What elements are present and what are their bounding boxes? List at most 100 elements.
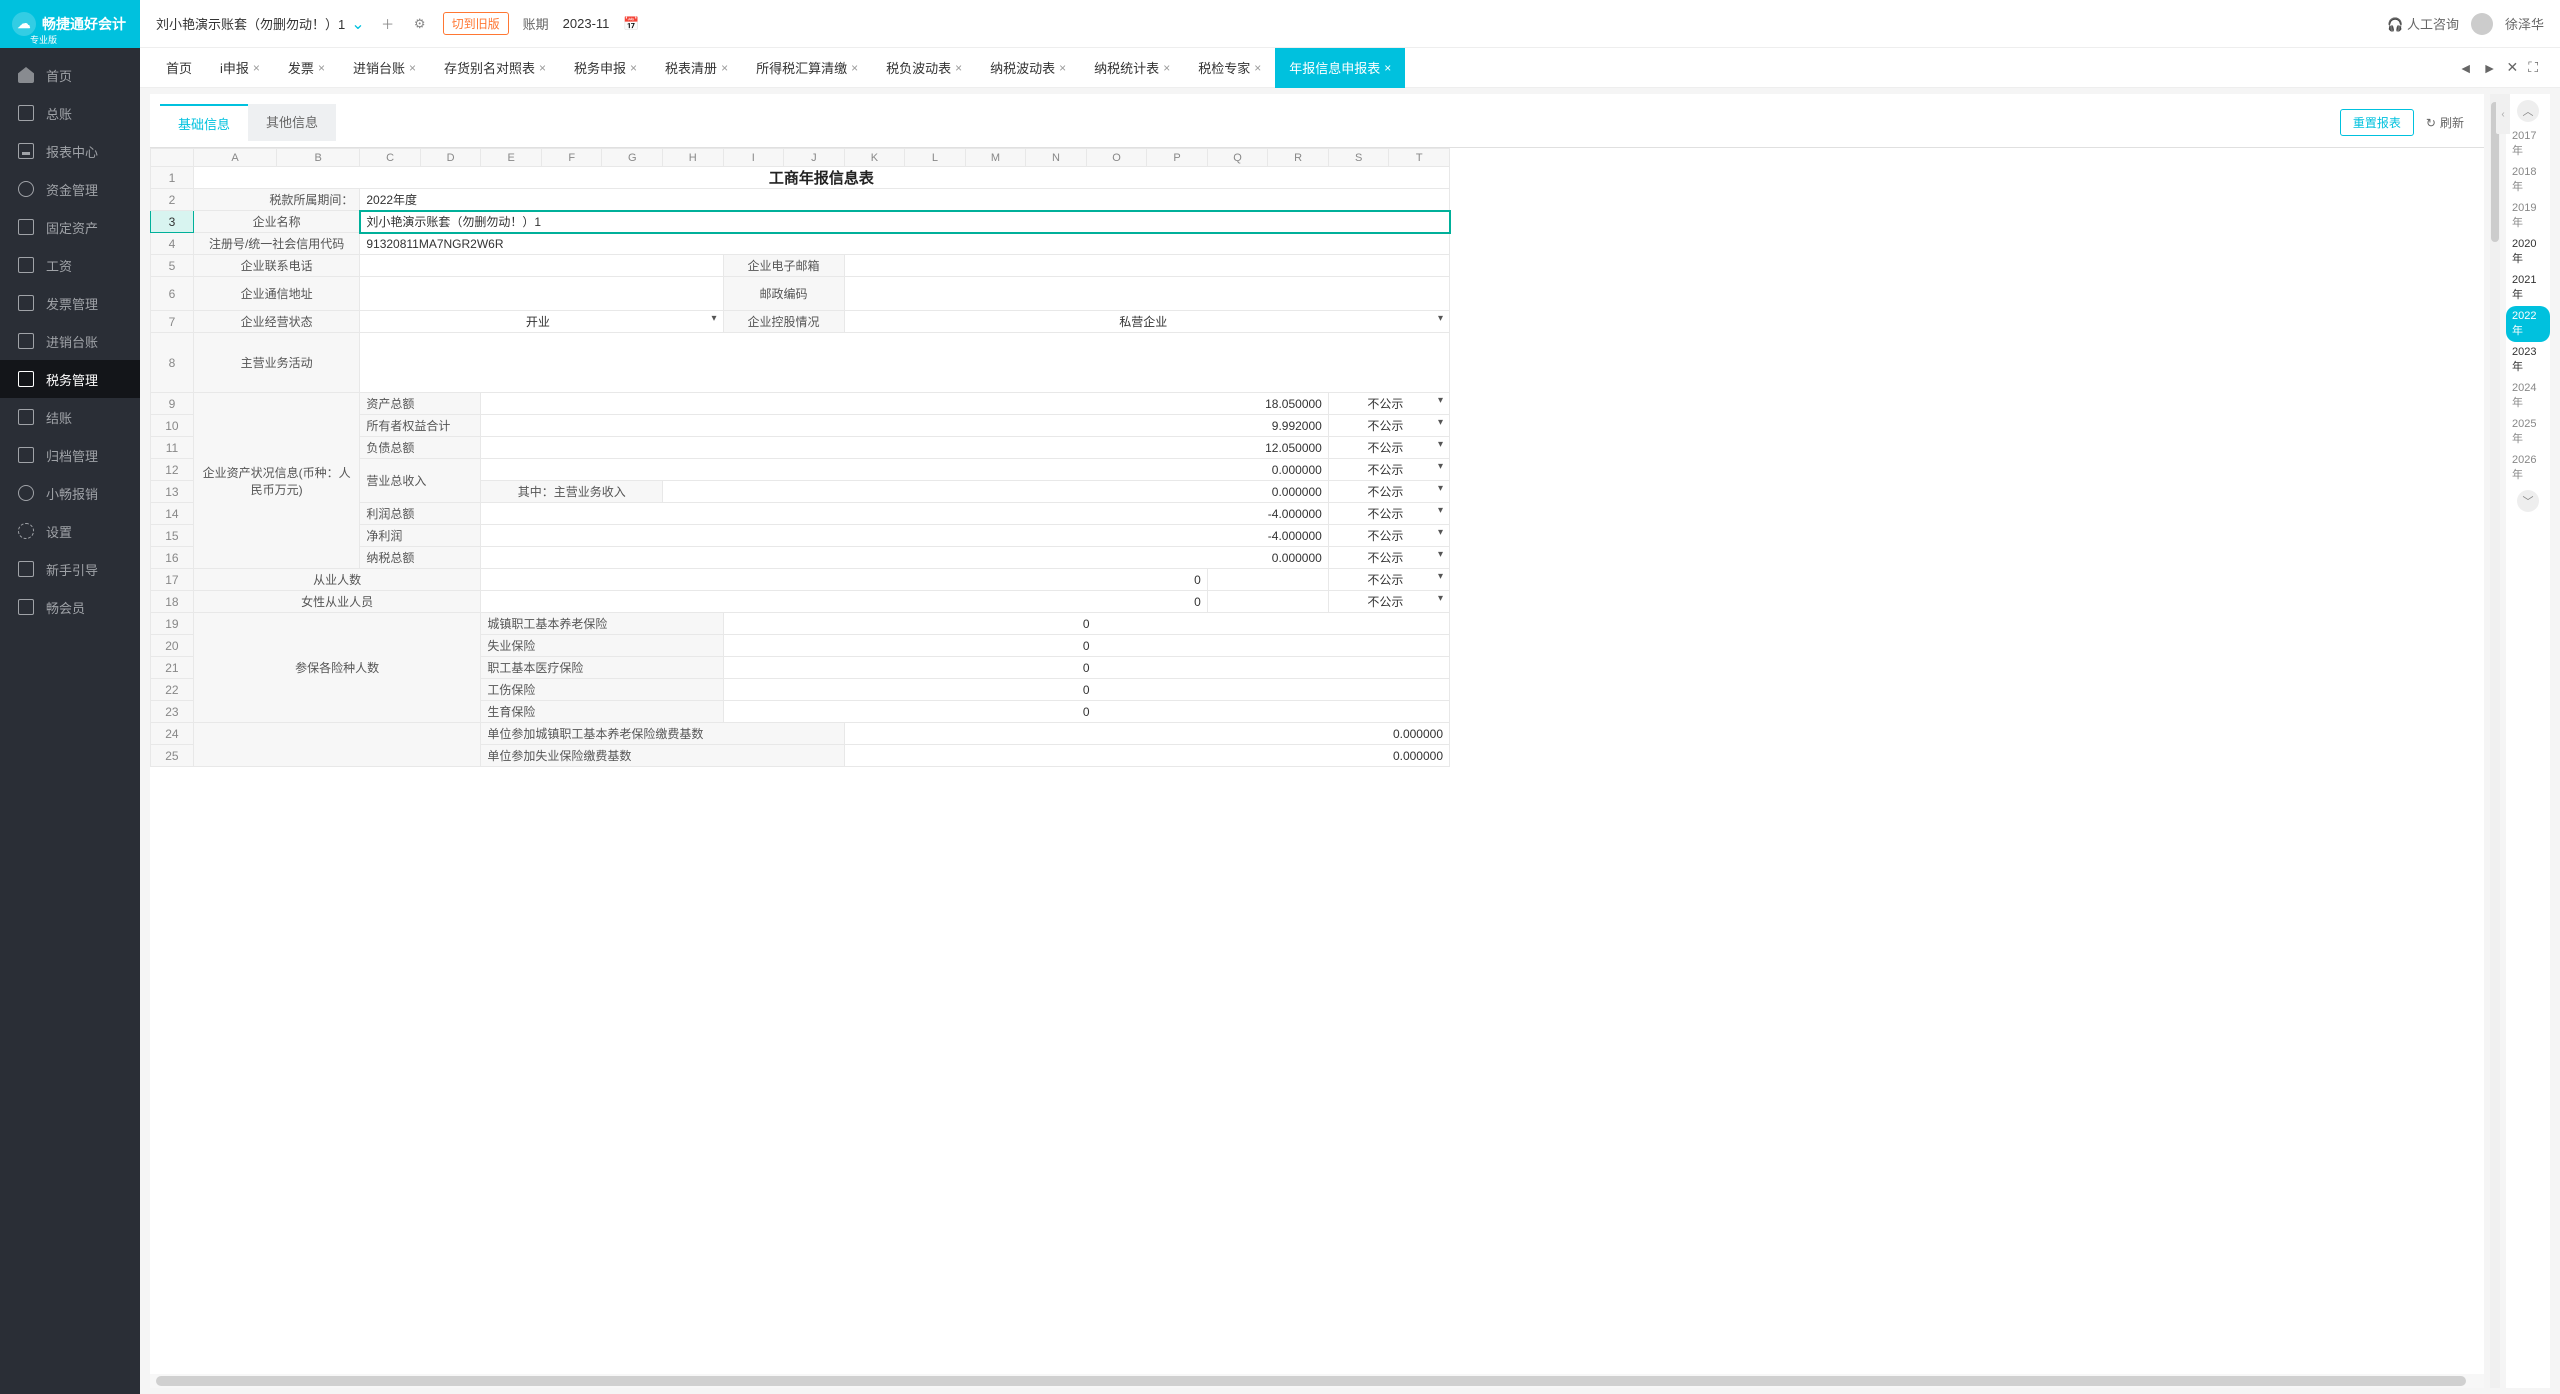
close-icon[interactable]: ×: [539, 61, 546, 75]
col-header[interactable]: C: [360, 149, 421, 167]
col-header[interactable]: L: [905, 149, 966, 167]
close-icon[interactable]: ×: [1163, 61, 1170, 75]
col-header[interactable]: M: [965, 149, 1026, 167]
nav-reports[interactable]: 报表中心: [0, 132, 140, 170]
tab-税务申报[interactable]: 税务申报×: [560, 48, 651, 88]
nav-salary[interactable]: 工资: [0, 246, 140, 284]
tab-next[interactable]: ►: [2483, 60, 2497, 76]
col-header[interactable]: [151, 149, 194, 167]
tab-税负波动表[interactable]: 税负波动表×: [872, 48, 976, 88]
add-account-button[interactable]: ＋: [379, 14, 397, 33]
col-header[interactable]: D: [420, 149, 481, 167]
close-icon[interactable]: ×: [253, 61, 260, 75]
col-header[interactable]: F: [541, 149, 602, 167]
nav-ledger[interactable]: 总账: [0, 94, 140, 132]
avatar[interactable]: [2471, 13, 2493, 35]
consult-button[interactable]: 🎧 人工咨询: [2387, 14, 2459, 33]
col-header[interactable]: S: [1328, 149, 1389, 167]
tab-年报信息申报表[interactable]: 年报信息申报表×: [1275, 48, 1405, 88]
nav-member[interactable]: 畅会员: [0, 588, 140, 626]
tab-close-all[interactable]: ✕: [2506, 59, 2518, 76]
col-header[interactable]: I: [723, 149, 784, 167]
tab-fullscreen[interactable]: ⛶: [2528, 59, 2538, 76]
year-up-button[interactable]: ︿: [2517, 100, 2539, 122]
period-value[interactable]: 2023-11: [563, 16, 610, 31]
close-icon[interactable]: ×: [955, 61, 962, 75]
year-down-button[interactable]: ﹀: [2517, 490, 2539, 512]
close-icon[interactable]: ×: [1254, 61, 1261, 75]
sheet-tab-other[interactable]: 其他信息: [248, 104, 336, 141]
nav-invoice[interactable]: 发票管理: [0, 284, 140, 322]
year-2022年[interactable]: 2022年: [2506, 306, 2550, 342]
tab-税检专家[interactable]: 税检专家×: [1184, 48, 1275, 88]
year-2018年[interactable]: 2018年: [2506, 162, 2550, 198]
tab-i申报[interactable]: i申报×: [206, 48, 274, 88]
col-header[interactable]: E: [481, 149, 542, 167]
year-2017年[interactable]: 2017年: [2506, 126, 2550, 162]
nav-tax[interactable]: 税务管理: [0, 360, 140, 398]
nav-settings[interactable]: 设置: [0, 512, 140, 550]
calendar-icon[interactable]: 📅: [623, 16, 639, 32]
col-header[interactable]: R: [1268, 149, 1329, 167]
col-header[interactable]: A: [193, 149, 276, 167]
nav-archive[interactable]: 归档管理: [0, 436, 140, 474]
nav-fixed-assets[interactable]: 固定资产: [0, 208, 140, 246]
col-header[interactable]: K: [844, 149, 905, 167]
old-version-button[interactable]: 切到旧版: [443, 12, 509, 35]
account-select[interactable]: 刘小艳演示账套（勿删勿动！）1⌄: [156, 14, 365, 34]
spreadsheet[interactable]: ABCDEFGHIJKLMNOPQRST 1工商年报信息表 2税款所属期间：20…: [150, 147, 2484, 1372]
sheet-tab-basic[interactable]: 基础信息: [160, 104, 248, 141]
close-icon[interactable]: ×: [318, 61, 325, 75]
year-2024年[interactable]: 2024年: [2506, 378, 2550, 414]
col-header[interactable]: P: [1147, 149, 1208, 167]
year-2023年[interactable]: 2023年: [2506, 342, 2550, 378]
close-icon[interactable]: ×: [630, 61, 637, 75]
tab-prev[interactable]: ◄: [2459, 60, 2473, 76]
nav-purchase-sales[interactable]: 进销台账: [0, 322, 140, 360]
tab-纳税波动表[interactable]: 纳税波动表×: [976, 48, 1080, 88]
nav-guide[interactable]: 新手引导: [0, 550, 140, 588]
year-2026年[interactable]: 2026年: [2506, 450, 2550, 486]
col-header[interactable]: J: [784, 149, 845, 167]
nav-closing[interactable]: 结账: [0, 398, 140, 436]
report-title: 工商年报信息表: [193, 167, 1449, 189]
col-header[interactable]: B: [277, 149, 360, 167]
tab-发票[interactable]: 发票×: [274, 48, 339, 88]
close-icon[interactable]: ×: [409, 61, 416, 75]
horizontal-scrollbar[interactable]: [150, 1374, 2484, 1388]
year-2020年[interactable]: 2020年: [2506, 234, 2550, 270]
settings-icon-button[interactable]: ⚙: [411, 16, 429, 32]
user-name[interactable]: 徐泽华: [2505, 14, 2544, 33]
biz-status-select[interactable]: 开业: [360, 311, 723, 333]
col-header[interactable]: Q: [1207, 149, 1268, 167]
year-2019年[interactable]: 2019年: [2506, 198, 2550, 234]
nav-reimburse[interactable]: 小畅报销: [0, 474, 140, 512]
vertical-scrollbar[interactable]: [2490, 94, 2500, 1388]
close-icon[interactable]: ×: [1384, 61, 1391, 75]
tab-纳税统计表[interactable]: 纳税统计表×: [1080, 48, 1184, 88]
reset-report-button[interactable]: 重置报表: [2340, 109, 2414, 136]
tab-所得税汇算清缴[interactable]: 所得税汇算清缴×: [742, 48, 872, 88]
refresh-button[interactable]: ↻ 刷新: [2426, 114, 2464, 131]
col-header[interactable]: N: [1026, 149, 1087, 167]
tab-进销台账[interactable]: 进销台账×: [339, 48, 430, 88]
col-header[interactable]: O: [1086, 149, 1147, 167]
year-2025年[interactable]: 2025年: [2506, 414, 2550, 450]
close-icon[interactable]: ×: [721, 61, 728, 75]
col-header[interactable]: T: [1389, 149, 1450, 167]
tab-存货别名对照表[interactable]: 存货别名对照表×: [430, 48, 560, 88]
company-name-cell[interactable]: 刘小艳演示账套（勿删勿动！）1: [360, 211, 1450, 233]
collapse-year-panel[interactable]: ‹: [2496, 94, 2510, 134]
holding-select[interactable]: 私营企业: [844, 311, 1449, 333]
ledger-icon: [18, 105, 34, 121]
close-icon[interactable]: ×: [851, 61, 858, 75]
nav-funds[interactable]: 资金管理: [0, 170, 140, 208]
nav-home[interactable]: 首页: [0, 56, 140, 94]
col-header[interactable]: G: [602, 149, 663, 167]
col-header[interactable]: H: [663, 149, 724, 167]
invoice-icon: [18, 295, 34, 311]
year-2021年[interactable]: 2021年: [2506, 270, 2550, 306]
close-icon[interactable]: ×: [1059, 61, 1066, 75]
tab-首页[interactable]: 首页: [152, 48, 206, 88]
tab-税表清册[interactable]: 税表清册×: [651, 48, 742, 88]
